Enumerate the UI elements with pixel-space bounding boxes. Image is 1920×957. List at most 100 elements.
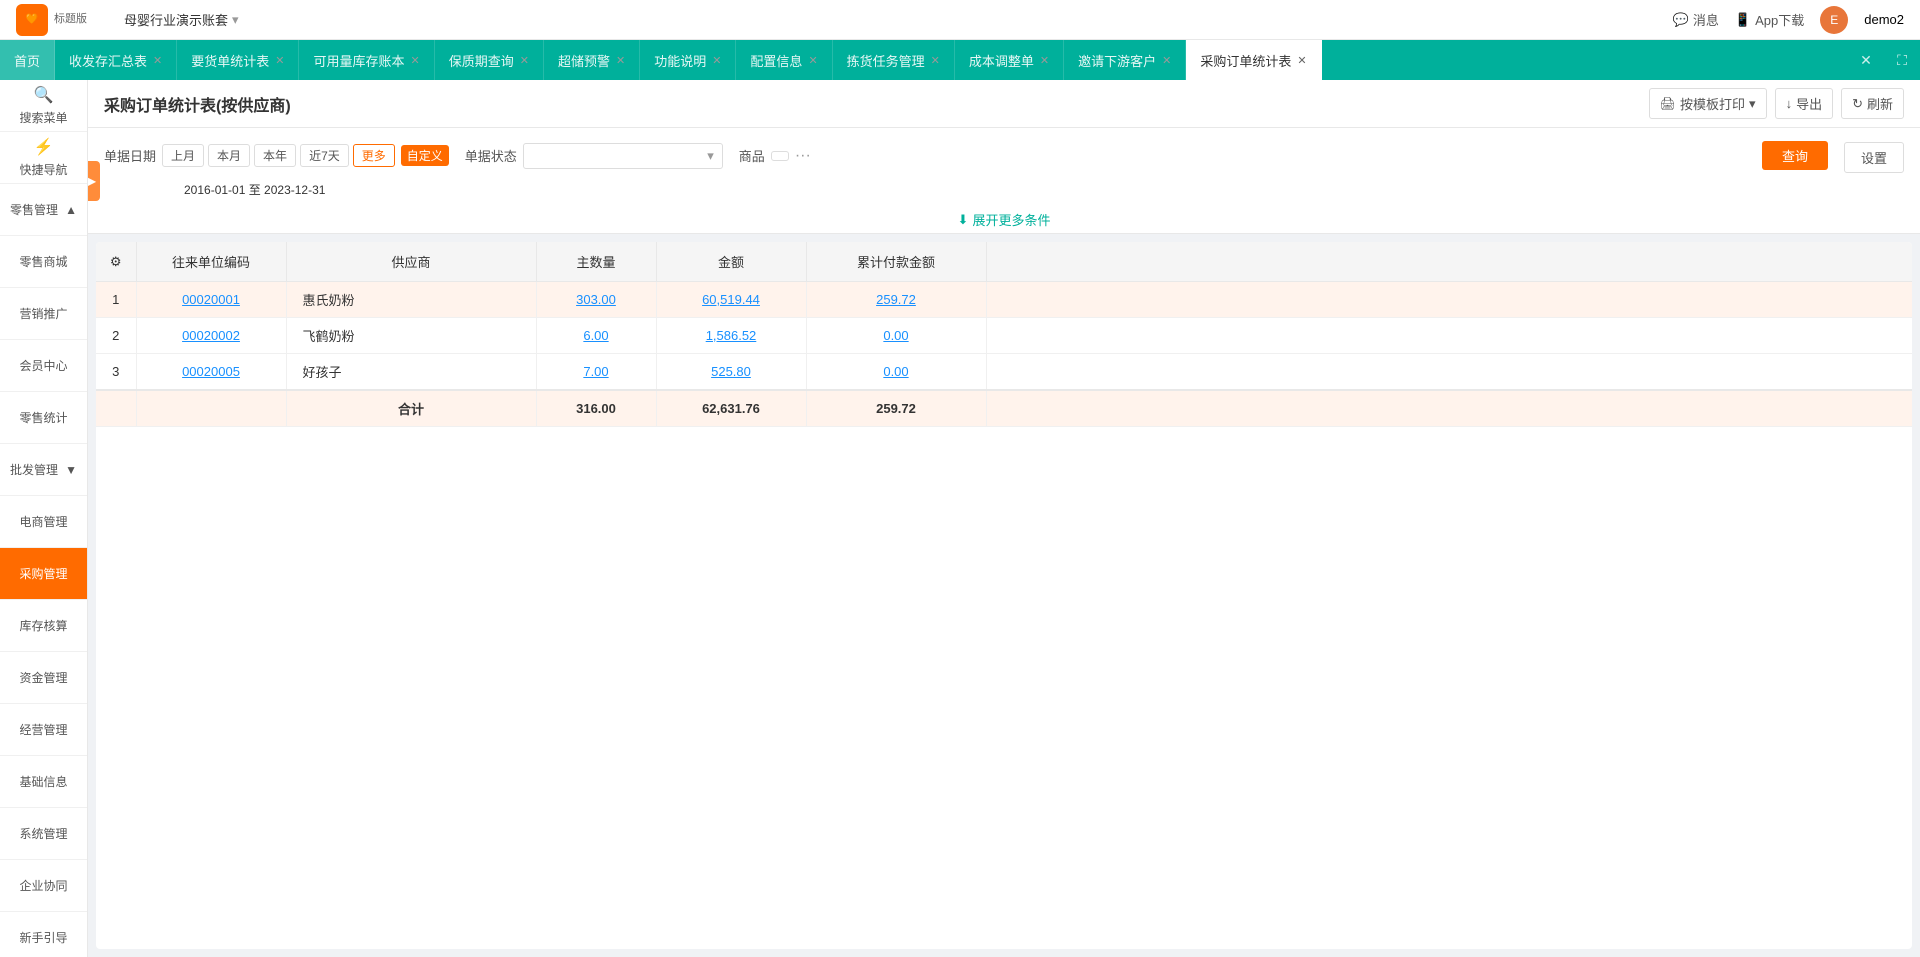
tab-pick-task-label: 拣货任务管理 — [847, 51, 925, 70]
search-btn-label: 查询 — [1782, 149, 1808, 164]
cell-paid[interactable]: 0.00 — [806, 318, 986, 354]
cell-code[interactable]: 00020005 — [136, 354, 286, 391]
cell-qty[interactable]: 303.00 — [536, 282, 656, 318]
th-code: 往来单位编码 — [136, 242, 286, 282]
nav-fullscreen-btn[interactable]: ⛶ — [1884, 40, 1920, 80]
workspace-selector[interactable]: 母婴行业演示账套 ▾ — [116, 10, 247, 29]
avatar[interactable]: E — [1820, 6, 1848, 34]
tab-pick-task[interactable]: 拣货任务管理 ✕ — [833, 40, 955, 80]
sidebar-item-wholesale[interactable]: 批发管理 ▼ — [0, 444, 87, 496]
search-btn[interactable]: 查询 — [1762, 141, 1828, 170]
date-filter: 单据日期 上月 本月 本年 近7天 更多 自定义 — [104, 144, 449, 167]
tab-shelf-life[interactable]: 保质期查询 ✕ — [435, 40, 544, 80]
export-btn[interactable]: ↓ 导出 — [1775, 88, 1834, 119]
tab-home[interactable]: 首页 — [0, 40, 55, 80]
sidebar-item-inventory[interactable]: 库存核算 — [0, 600, 87, 652]
cell-code[interactable]: 00020002 — [136, 318, 286, 354]
th-gear[interactable]: ⚙ — [96, 242, 136, 282]
collab-label: 企业协同 — [19, 877, 67, 894]
close-icon[interactable]: ✕ — [712, 54, 721, 67]
tab-config[interactable]: 配置信息 ✕ — [736, 40, 832, 80]
cell-paid[interactable]: 259.72 — [806, 282, 986, 318]
close-icon[interactable]: ✕ — [616, 54, 625, 67]
tab-invite-downstream[interactable]: 邀请下游客户 ✕ — [1064, 40, 1186, 80]
sidebar-item-finance[interactable]: 资金管理 — [0, 652, 87, 704]
sidebar-item-search[interactable]: 🔍 搜索菜单 — [0, 80, 87, 132]
close-icon[interactable]: ✕ — [1040, 54, 1049, 67]
footer-amount: 62,631.76 — [656, 390, 806, 427]
shortcut-icon: ⚡ — [34, 137, 54, 157]
shortcut-7days[interactable]: 近7天 — [300, 144, 349, 167]
sidebar: 🔍 搜索菜单 ⚡ 快捷导航 零售管理 ▲ 零售商城 营销推广 会员中心 零售统计… — [0, 80, 88, 957]
sidebar-item-retail-stats[interactable]: 零售统计 — [0, 392, 87, 444]
tab-purchase-stats[interactable]: 采购订单统计表 ✕ — [1186, 40, 1321, 80]
cell-extra — [986, 282, 1912, 318]
cell-amount[interactable]: 60,519.44 — [656, 282, 806, 318]
close-icon[interactable]: ✕ — [411, 54, 420, 67]
close-icon[interactable]: ✕ — [1297, 54, 1306, 67]
sidebar-item-shortcuts[interactable]: ⚡ 快捷导航 — [0, 132, 87, 184]
logo-icon: 🧡 — [16, 4, 48, 36]
settings-btn[interactable]: 设置 — [1844, 142, 1904, 173]
cell-no: 2 — [96, 318, 136, 354]
cell-qty[interactable]: 6.00 — [536, 318, 656, 354]
close-icon[interactable]: ✕ — [808, 54, 817, 67]
chevron-up-icon: ▲ — [65, 203, 77, 217]
sidebar-item-collab[interactable]: 企业协同 — [0, 860, 87, 912]
tab-order-stats[interactable]: 要货单统计表 ✕ — [177, 40, 299, 80]
close-icon[interactable]: ✕ — [275, 54, 284, 67]
cell-supplier: 惠氏奶粉 — [286, 282, 536, 318]
tab-cost-adjust[interactable]: 成本调整单 ✕ — [955, 40, 1064, 80]
table-footer-row: 合计 316.00 62,631.76 259.72 — [96, 390, 1912, 427]
nav-right-btns: ✕ ⛶ — [1848, 40, 1920, 80]
template-print-btn[interactable]: 🖨 按模板打印 ▾ — [1649, 88, 1767, 119]
export-label: 导出 — [1796, 94, 1822, 113]
cell-qty[interactable]: 7.00 — [536, 354, 656, 391]
more-filters-icon[interactable]: ··· — [795, 147, 811, 165]
nav-close-btn[interactable]: ✕ — [1848, 40, 1884, 80]
shortcut-last-month[interactable]: 上月 — [162, 144, 204, 167]
cell-amount[interactable]: 1,586.52 — [656, 318, 806, 354]
table-row: 3 00020005 好孩子 7.00 525.80 0.00 — [96, 354, 1912, 391]
sidebar-item-members[interactable]: 会员中心 — [0, 340, 87, 392]
cell-code[interactable]: 00020001 — [136, 282, 286, 318]
app-download-btn[interactable]: 📱 App下载 — [1735, 10, 1804, 29]
goods-input[interactable] — [771, 151, 789, 161]
sidebar-item-newbie[interactable]: 新手引导 — [0, 912, 87, 957]
tab-overstock[interactable]: 超储预警 ✕ — [544, 40, 640, 80]
cell-paid[interactable]: 0.00 — [806, 354, 986, 391]
sidebar-item-retail-store[interactable]: 零售商城 — [0, 236, 87, 288]
operations-label: 经营管理 — [19, 721, 67, 738]
cell-amount[interactable]: 525.80 — [656, 354, 806, 391]
chevron-down-icon: ▼ — [65, 463, 77, 477]
sidebar-item-ecommerce[interactable]: 电商管理 — [0, 496, 87, 548]
filter-toggle-btn[interactable]: ▶ — [88, 161, 100, 201]
status-select[interactable]: ▾ — [523, 143, 723, 169]
close-icon[interactable]: ✕ — [520, 54, 529, 67]
tab-receive-summary[interactable]: 收发存汇总表 ✕ — [55, 40, 177, 80]
refresh-label: 刷新 — [1867, 94, 1893, 113]
tab-available-stock[interactable]: 可用量库存账本 ✕ — [299, 40, 434, 80]
sidebar-item-marketing[interactable]: 营销推广 — [0, 288, 87, 340]
shortcut-this-year[interactable]: 本年 — [254, 144, 296, 167]
app-download-label: App下载 — [1755, 10, 1804, 29]
tab-guide[interactable]: 功能说明 ✕ — [640, 40, 736, 80]
sidebar-item-purchase[interactable]: 采购管理 — [0, 548, 87, 600]
sidebar-item-basic-info[interactable]: 基础信息 — [0, 756, 87, 808]
sidebar-item-retail-mgmt[interactable]: 零售管理 ▲ — [0, 184, 87, 236]
shortcut-more[interactable]: 更多 — [353, 144, 395, 167]
expand-more-btn[interactable]: ⬇ 展开更多条件 — [104, 206, 1904, 233]
footer-empty3 — [986, 390, 1912, 427]
sidebar-item-system[interactable]: 系统管理 — [0, 808, 87, 860]
sidebar-item-operations[interactable]: 经营管理 — [0, 704, 87, 756]
messages-btn[interactable]: 💬 消息 — [1673, 10, 1719, 29]
shortcut-this-month[interactable]: 本月 — [208, 144, 250, 167]
status-filter: 单据状态 ▾ — [465, 143, 723, 169]
tab-invite-downstream-label: 邀请下游客户 — [1078, 51, 1156, 70]
close-icon[interactable]: ✕ — [931, 54, 940, 67]
close-icon[interactable]: ✕ — [153, 54, 162, 67]
page-header: 采购订单统计表(按供应商) 🖨 按模板打印 ▾ ↓ 导出 ↻ 刷新 — [88, 80, 1920, 128]
refresh-btn[interactable]: ↻ 刷新 — [1841, 88, 1904, 119]
close-icon[interactable]: ✕ — [1162, 54, 1171, 67]
workspace-label: 母婴行业演示账套 — [124, 10, 228, 29]
